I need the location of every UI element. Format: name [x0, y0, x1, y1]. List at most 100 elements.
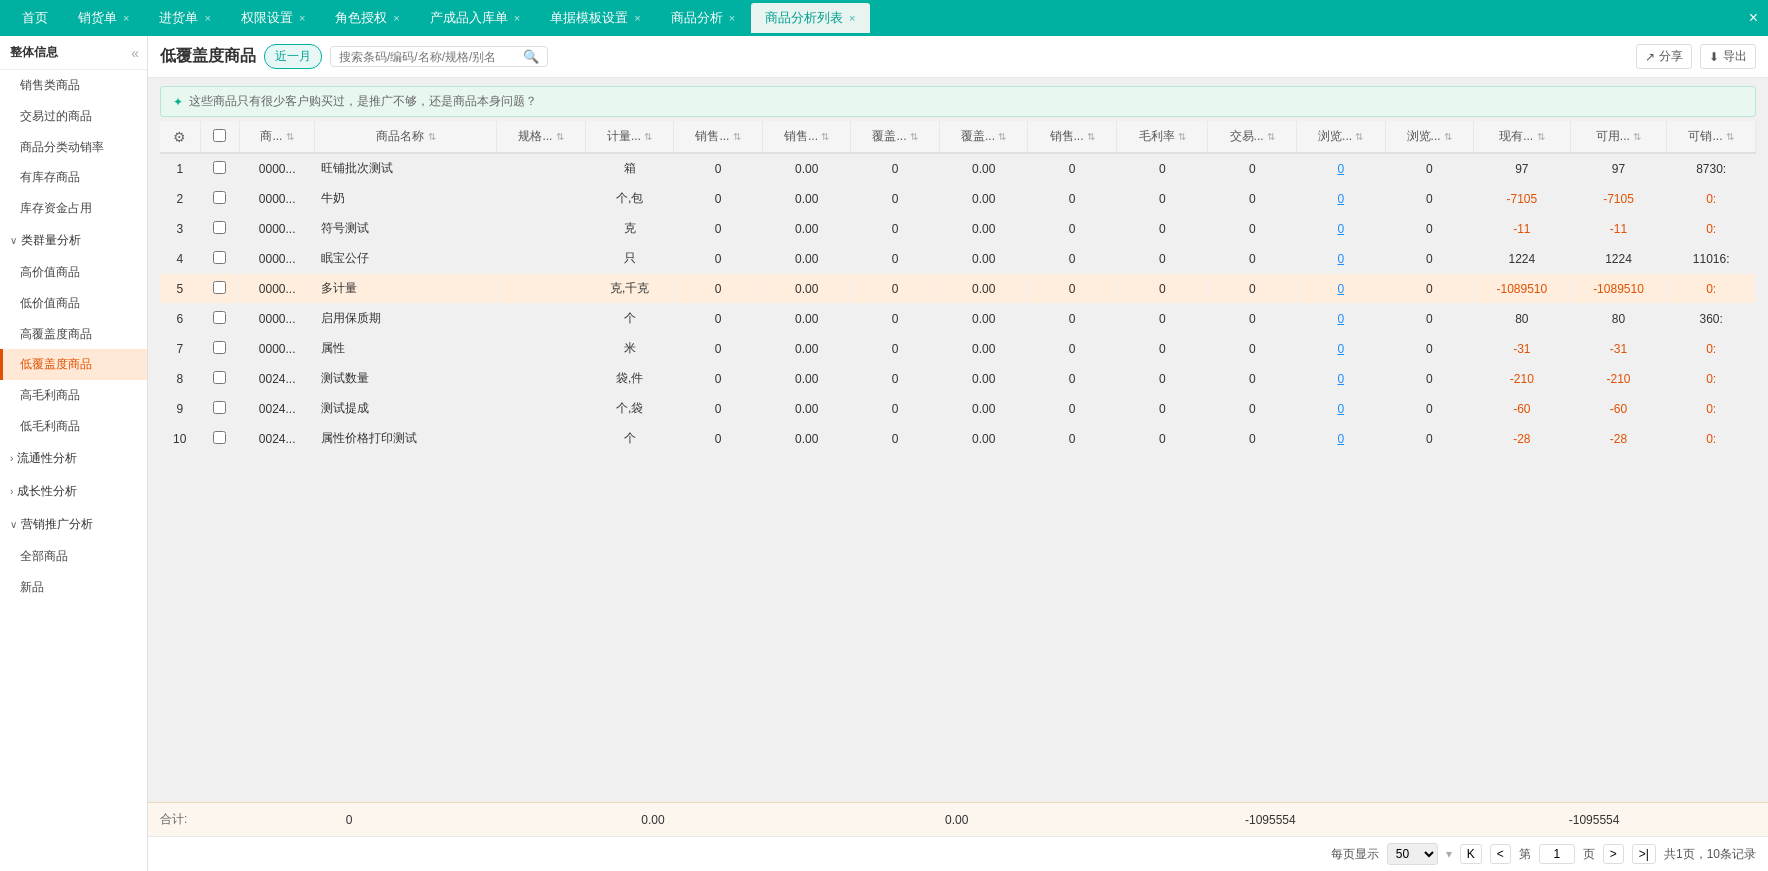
row-checkbox[interactable] — [200, 334, 239, 364]
next-page-button[interactable]: > — [1603, 844, 1624, 864]
row-browse1[interactable]: 0 — [1297, 424, 1386, 454]
column-stock-usable[interactable]: 可用... ⇅ — [1570, 121, 1667, 153]
row-browse1[interactable]: 0 — [1297, 153, 1386, 184]
column-unit[interactable]: 计量... ⇅ — [585, 121, 674, 153]
export-button[interactable]: ⬇ 导出 — [1700, 44, 1756, 69]
nav-tab-products[interactable]: 产成品入库单 × — [416, 3, 534, 33]
close-icon[interactable]: × — [849, 12, 855, 24]
page-number-input[interactable] — [1539, 844, 1575, 864]
nav-tab-templates[interactable]: 单据模板设置 × — [536, 3, 654, 33]
nav-tab-sales[interactable]: 销货单 × — [64, 3, 143, 33]
column-gross-margin[interactable]: 毛利率 ⇅ — [1116, 121, 1208, 153]
column-browse1[interactable]: 浏览... ⇅ — [1297, 121, 1386, 153]
last-page-button[interactable]: >| — [1632, 844, 1656, 864]
row-name: 测试数量 — [315, 364, 497, 394]
row-checkbox[interactable] — [200, 153, 239, 184]
row-browse1[interactable]: 0 — [1297, 394, 1386, 424]
first-page-button[interactable]: K — [1460, 844, 1482, 864]
sidebar-item-low-coverage[interactable]: 低覆盖度商品 — [0, 349, 147, 380]
table-row: 10 0024... 属性价格打印测试 个 0 0.00 0 0.00 0 0 … — [160, 424, 1756, 454]
row-select-checkbox[interactable] — [213, 401, 226, 414]
row-browse1[interactable]: 0 — [1297, 214, 1386, 244]
prev-page-button[interactable]: < — [1490, 844, 1511, 864]
row-checkbox[interactable] — [200, 304, 239, 334]
sidebar-item-new-goods[interactable]: 新品 — [0, 572, 147, 603]
column-sale-qty[interactable]: 销售... ⇅ — [674, 121, 763, 153]
row-select-checkbox[interactable] — [213, 191, 226, 204]
row-select-checkbox[interactable] — [213, 341, 226, 354]
row-select-checkbox[interactable] — [213, 221, 226, 234]
sidebar-section-marketing[interactable]: ∨ 营销推广分析 — [0, 508, 147, 541]
row-select-checkbox[interactable] — [213, 251, 226, 264]
column-trade[interactable]: 交易... ⇅ — [1208, 121, 1297, 153]
sidebar-item-category-rate[interactable]: 商品分类动销率 — [0, 132, 147, 163]
row-checkbox[interactable] — [200, 394, 239, 424]
column-name[interactable]: 商品名称 ⇅ — [315, 121, 497, 153]
nav-tab-purchase[interactable]: 进货单 × — [145, 3, 224, 33]
column-stock-sale[interactable]: 可销... ⇅ — [1667, 121, 1756, 153]
sidebar-item-high-value[interactable]: 高价值商品 — [0, 257, 147, 288]
nav-tab-analysis-list[interactable]: 商品分析列表 × — [751, 3, 869, 33]
row-browse1[interactable]: 0 — [1297, 184, 1386, 214]
sidebar-item-stock-funds[interactable]: 库存资金占用 — [0, 193, 147, 224]
close-icon[interactable]: × — [393, 12, 399, 24]
nav-tab-roles[interactable]: 角色授权 × — [321, 3, 413, 33]
select-all-checkbox[interactable] — [213, 129, 226, 142]
sidebar-item-high-margin[interactable]: 高毛利商品 — [0, 380, 147, 411]
nav-tab-analysis[interactable]: 商品分析 × — [657, 3, 749, 33]
row-browse1[interactable]: 0 — [1297, 334, 1386, 364]
total-coverage2: 0.00 — [927, 813, 987, 827]
data-table-wrapper[interactable]: ⚙ 商... ⇅ 商品名称 ⇅ 规格... ⇅ 计量... ⇅ 销售... ⇅ … — [160, 121, 1756, 802]
row-browse1[interactable]: 0 — [1297, 244, 1386, 274]
row-select-checkbox[interactable] — [213, 431, 226, 444]
row-checkbox[interactable] — [200, 274, 239, 304]
close-icon[interactable]: × — [299, 12, 305, 24]
nav-tab-permissions[interactable]: 权限设置 × — [227, 3, 319, 33]
search-input[interactable] — [339, 50, 519, 64]
row-select-checkbox[interactable] — [213, 281, 226, 294]
sidebar-section-growth[interactable]: › 成长性分析 — [0, 475, 147, 508]
nav-tab-home[interactable]: 首页 — [8, 3, 62, 33]
row-select-checkbox[interactable] — [213, 161, 226, 174]
sidebar-item-low-margin[interactable]: 低毛利商品 — [0, 411, 147, 442]
settings-icon[interactable]: ⚙ — [173, 129, 186, 145]
row-sale-amount: 0.00 — [762, 364, 851, 394]
row-checkbox[interactable] — [200, 424, 239, 454]
filter-period-button[interactable]: 近一月 — [264, 44, 322, 69]
column-sale-amount[interactable]: 销售... ⇅ — [762, 121, 851, 153]
sidebar-section-flow[interactable]: › 流通性分析 — [0, 442, 147, 475]
column-spec[interactable]: 规格... ⇅ — [497, 121, 586, 153]
sidebar-item-all-goods[interactable]: 全部商品 — [0, 541, 147, 572]
row-checkbox[interactable] — [200, 214, 239, 244]
column-stock-current[interactable]: 现有... ⇅ — [1474, 121, 1571, 153]
share-button[interactable]: ↗ 分享 — [1636, 44, 1692, 69]
column-coverage2[interactable]: 覆盖... ⇅ — [939, 121, 1028, 153]
row-browse1[interactable]: 0 — [1297, 364, 1386, 394]
row-browse1[interactable]: 0 — [1297, 304, 1386, 334]
row-checkbox[interactable] — [200, 364, 239, 394]
sidebar-item-high-coverage[interactable]: 高覆盖度商品 — [0, 319, 147, 350]
column-gear[interactable]: ⚙ — [160, 121, 200, 153]
column-code[interactable]: 商... ⇅ — [239, 121, 314, 153]
column-sale-days[interactable]: 销售... ⇅ — [1028, 121, 1117, 153]
row-checkbox[interactable] — [200, 184, 239, 214]
sidebar-item-low-value[interactable]: 低价值商品 — [0, 288, 147, 319]
sidebar-section-cluster[interactable]: ∨ 类群量分析 — [0, 224, 147, 257]
close-icon[interactable]: × — [514, 12, 520, 24]
close-icon[interactable]: × — [729, 12, 735, 24]
row-browse1[interactable]: 0 — [1297, 274, 1386, 304]
sidebar-collapse-button[interactable]: « — [131, 45, 139, 61]
row-select-checkbox[interactable] — [213, 371, 226, 384]
row-select-checkbox[interactable] — [213, 311, 226, 324]
row-checkbox[interactable] — [200, 244, 239, 274]
sidebar-item-in-stock[interactable]: 有库存商品 — [0, 162, 147, 193]
close-icon[interactable]: × — [204, 12, 210, 24]
sidebar-item-traded-goods[interactable]: 交易过的商品 — [0, 101, 147, 132]
column-coverage1[interactable]: 覆盖... ⇅ — [851, 121, 940, 153]
close-icon[interactable]: × — [634, 12, 640, 24]
close-icon[interactable]: × — [123, 12, 129, 24]
column-browse2[interactable]: 浏览... ⇅ — [1385, 121, 1474, 153]
close-all-button[interactable]: × — [1749, 9, 1758, 27]
page-size-select[interactable]: 50 100 — [1387, 843, 1438, 865]
sidebar-item-sales-goods[interactable]: 销售类商品 — [0, 70, 147, 101]
